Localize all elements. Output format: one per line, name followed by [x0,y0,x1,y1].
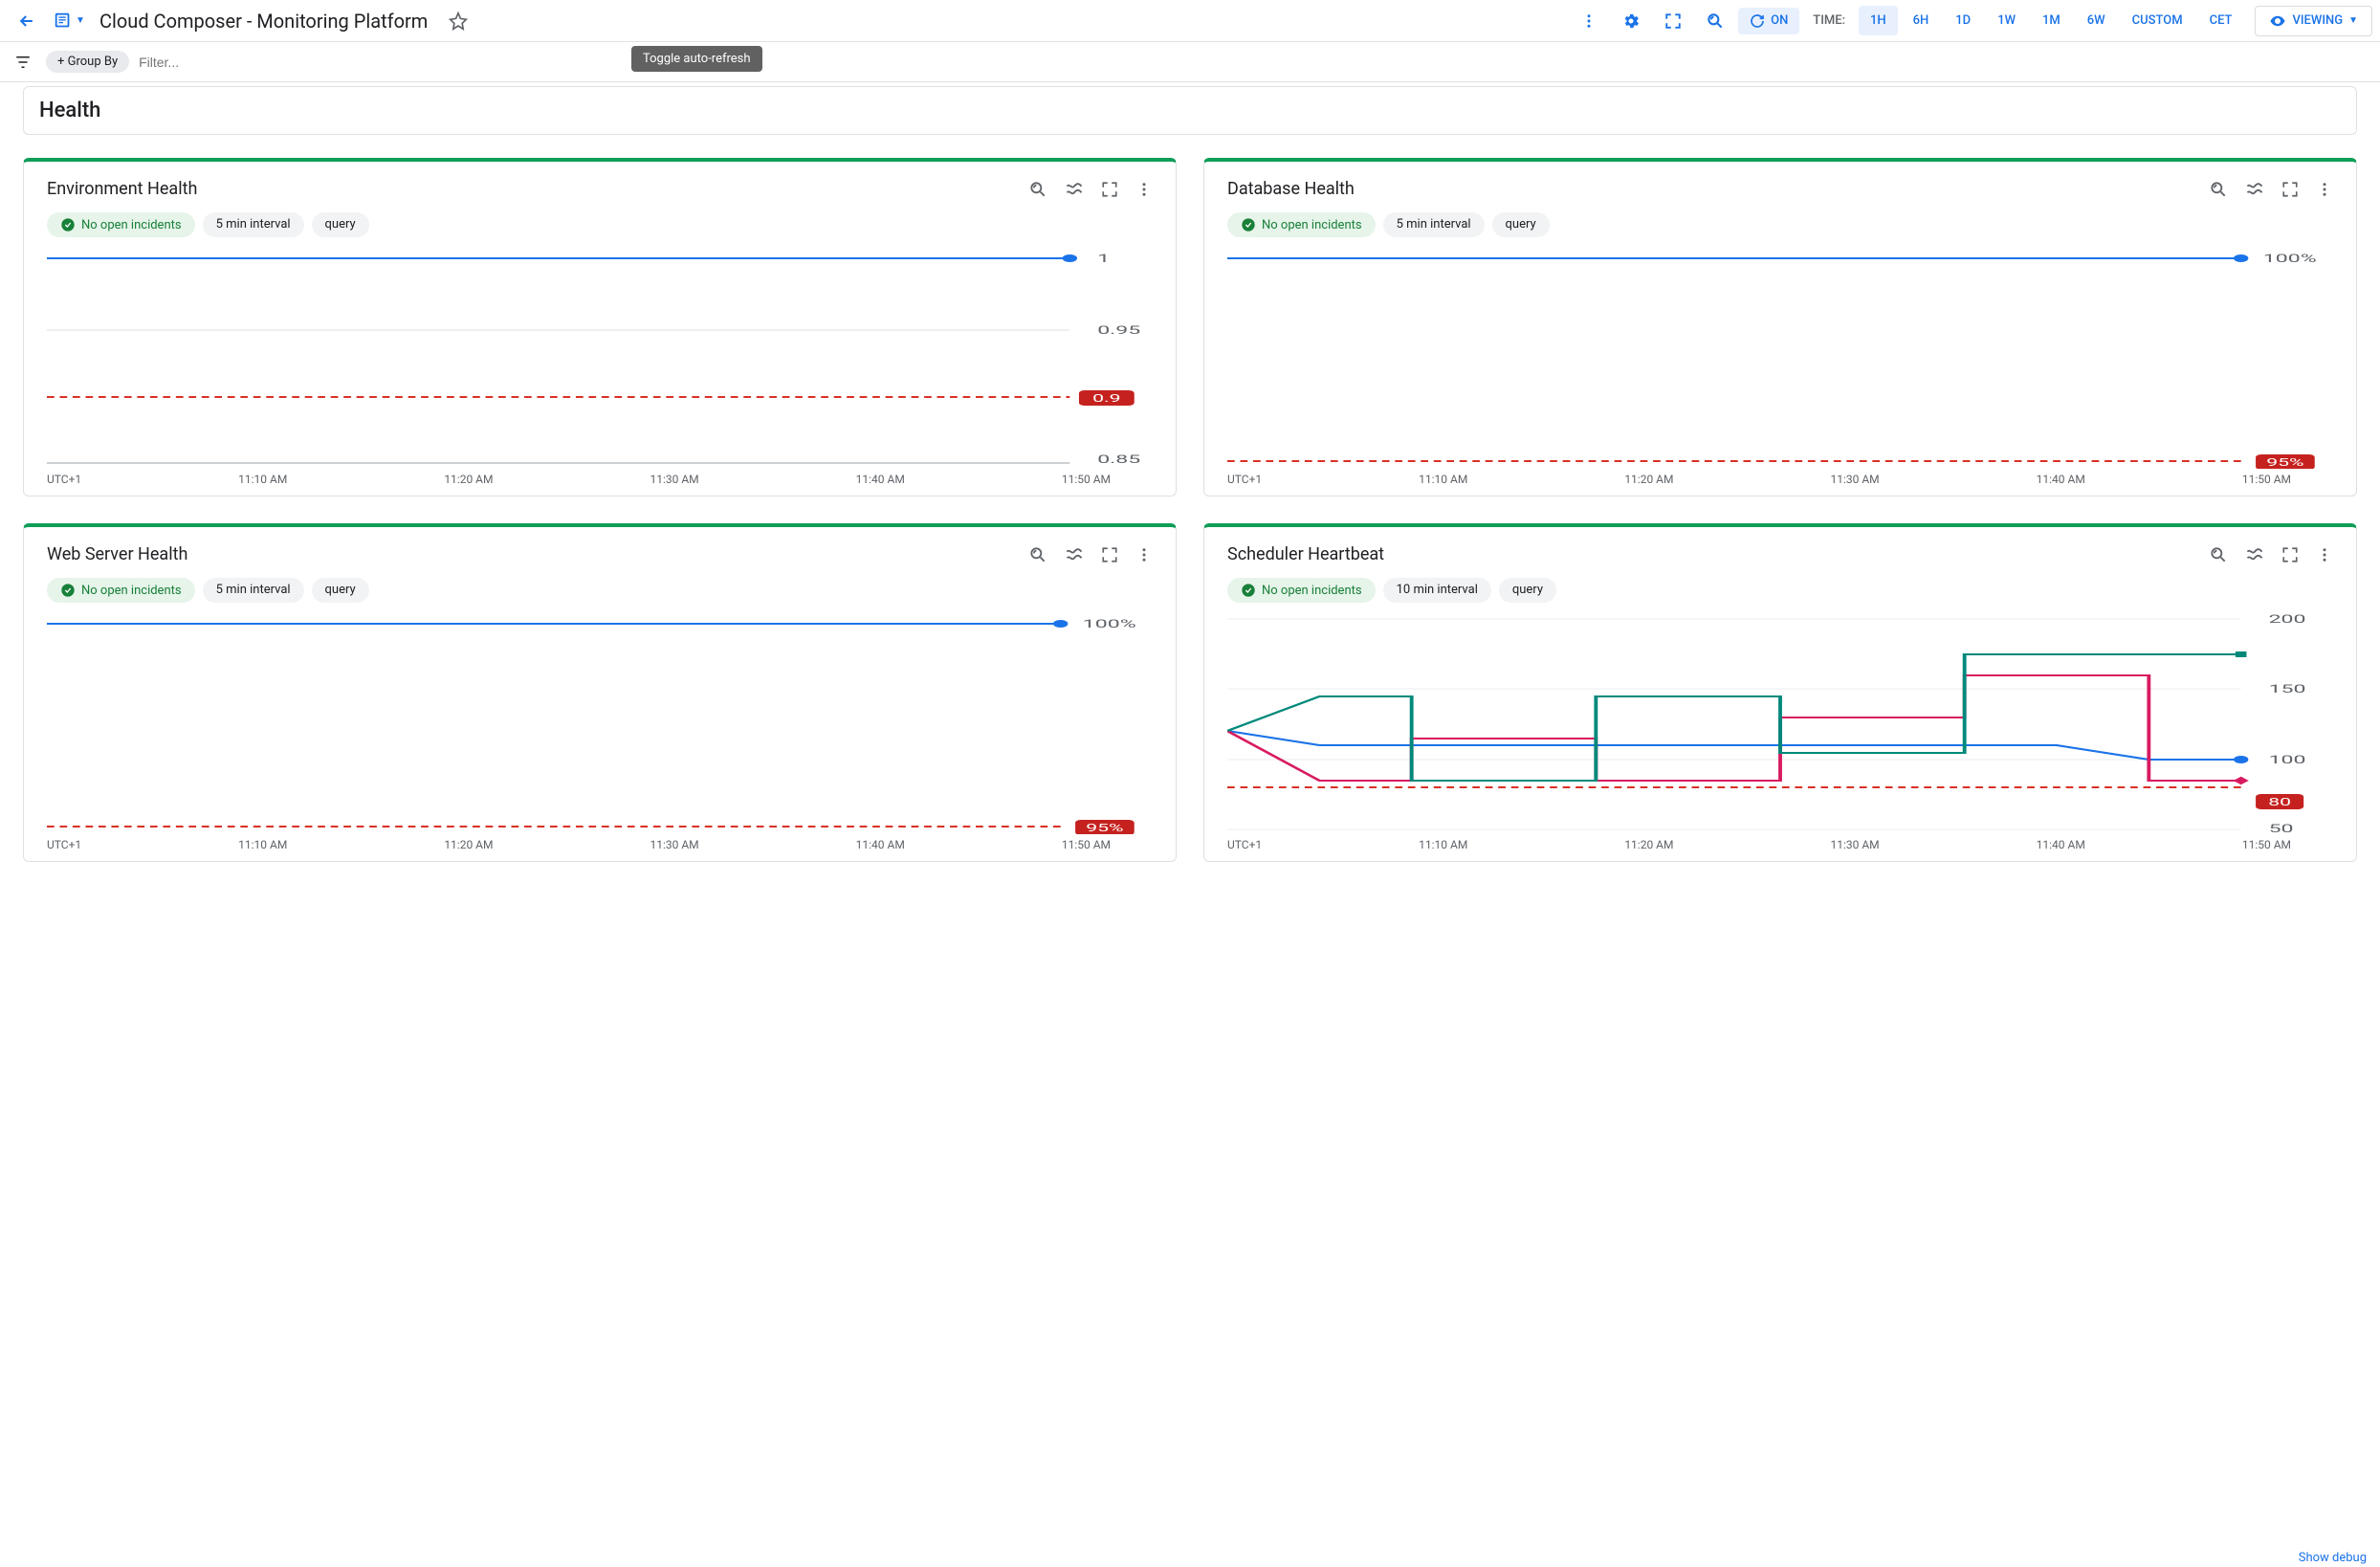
interval-badge: 5 min interval [1383,212,1485,237]
interval-badge: 5 min interval [203,212,304,237]
svg-text:80: 80 [2268,796,2291,808]
x-axis: UTC+111:10 AM11:20 AM11:30 AM11:40 AM11:… [1227,838,2333,851]
svg-text:0.85: 0.85 [1097,453,1140,467]
legend-icon[interactable] [1065,545,1084,564]
chart-environment[interactable]: 1 0.95 0.9 0.85 [47,249,1153,469]
time-range-1m[interactable]: 1M [2031,6,2072,35]
filterbar: + Group By [0,42,2380,82]
x-axis: UTC+111:10 AM11:20 AM11:30 AM11:40 AM11:… [47,473,1153,486]
zoom-icon[interactable] [2209,180,2228,199]
svg-text:100%: 100% [2263,253,2317,266]
chart-web-server[interactable]: 100% 95% [47,614,1153,834]
time-range-6h[interactable]: 6H [1902,6,1941,35]
svg-text:50: 50 [2269,823,2294,834]
svg-text:95%: 95% [2266,456,2303,469]
card-database-health: Database Health No open incidents 5 min … [1203,158,2357,497]
card-title: Web Server Health [47,544,1028,564]
incidents-badge[interactable]: No open incidents [47,578,195,603]
x-axis: UTC+111:10 AM11:20 AM11:30 AM11:40 AM11:… [1227,473,2333,486]
filter-icon[interactable] [8,43,38,81]
card-title: Database Health [1227,179,2209,199]
chart-database[interactable]: 100% 95% [1227,249,2333,469]
tooltip: Toggle auto-refresh [631,46,762,72]
svg-text:0.9: 0.9 [1092,392,1120,405]
svg-text:95%: 95% [1086,822,1123,834]
time-label: TIME: [1803,13,1855,28]
svg-text:150: 150 [2269,683,2306,696]
legend-icon[interactable] [2245,545,2264,564]
incidents-badge[interactable]: No open incidents [1227,212,1376,237]
more-icon[interactable] [1135,180,1153,199]
query-badge[interactable]: query [312,578,369,603]
settings-button[interactable] [1612,2,1650,40]
query-badge[interactable]: query [1492,212,1550,237]
more-icon[interactable] [2316,180,2333,199]
fullscreen-icon[interactable] [1101,545,1118,564]
viewing-label: VIEWING [2292,13,2343,28]
auto-refresh-toggle[interactable]: ON [1738,8,1799,34]
x-axis: UTC+111:10 AM11:20 AM11:30 AM11:40 AM11:… [47,838,1153,851]
more-icon[interactable] [1135,545,1153,564]
section-header: Health [23,86,2357,135]
time-range-custom[interactable]: CUSTOM [2121,6,2194,35]
svg-text:0.95: 0.95 [1097,324,1140,338]
query-badge[interactable]: query [1499,578,1556,603]
group-by-button[interactable]: + Group By [46,51,129,73]
card-title: Environment Health [47,179,1028,199]
svg-text:1: 1 [1097,253,1110,266]
fullscreen-button[interactable] [1654,2,1692,40]
card-scheduler-heartbeat: Scheduler Heartbeat No open incidents 10… [1203,523,2357,862]
svg-text:100%: 100% [1083,618,1136,631]
incidents-badge[interactable]: No open incidents [47,212,195,237]
interval-badge: 5 min interval [203,578,304,603]
legend-icon[interactable] [1065,180,1084,199]
fullscreen-icon[interactable] [2281,180,2299,199]
more-icon[interactable] [2316,545,2333,564]
fullscreen-icon[interactable] [2281,545,2299,564]
fullscreen-icon[interactable] [1101,180,1118,199]
time-range-1w[interactable]: 1W [1986,6,2027,35]
svg-text:100: 100 [2269,754,2306,767]
card-web-server-health: Web Server Health No open incidents 5 mi… [23,523,1177,862]
card-environment-health: Environment Health No open incidents 5 m… [23,158,1177,497]
page-title: Cloud Composer - Monitoring Platform [99,10,428,33]
dashboard-dropdown[interactable]: ▼ [50,2,88,40]
zoom-icon[interactable] [1028,180,1047,199]
timezone-cet[interactable]: CET [2198,6,2244,35]
time-range-1h[interactable]: 1H [1859,6,1898,35]
card-title: Scheduler Heartbeat [1227,544,2209,564]
filter-input[interactable] [137,54,2372,71]
viewing-mode-button[interactable]: VIEWING ▼ [2255,6,2372,36]
interval-badge: 10 min interval [1383,578,1491,603]
show-debug-link[interactable]: Show debug [2299,1551,2367,1565]
dashboard: Health Environment Health No open incide… [0,86,2380,885]
incidents-badge[interactable]: No open incidents [1227,578,1376,603]
back-button[interactable] [8,2,46,40]
reset-zoom-button[interactable] [1696,2,1734,40]
svg-text:200: 200 [2269,614,2306,626]
topbar: ▼ Cloud Composer - Monitoring Platform O… [0,0,2380,42]
more-menu[interactable] [1570,2,1608,40]
query-badge[interactable]: query [312,212,369,237]
section-title: Health [39,99,2341,122]
star-button[interactable] [439,2,477,40]
auto-refresh-label: ON [1771,13,1788,28]
time-range-6w[interactable]: 6W [2076,6,2117,35]
legend-icon[interactable] [2245,180,2264,199]
time-range-1d[interactable]: 1D [1944,6,1982,35]
zoom-icon[interactable] [1028,545,1047,564]
zoom-icon[interactable] [2209,545,2228,564]
chart-scheduler[interactable]: 200 150 100 50 80 [1227,614,2333,834]
